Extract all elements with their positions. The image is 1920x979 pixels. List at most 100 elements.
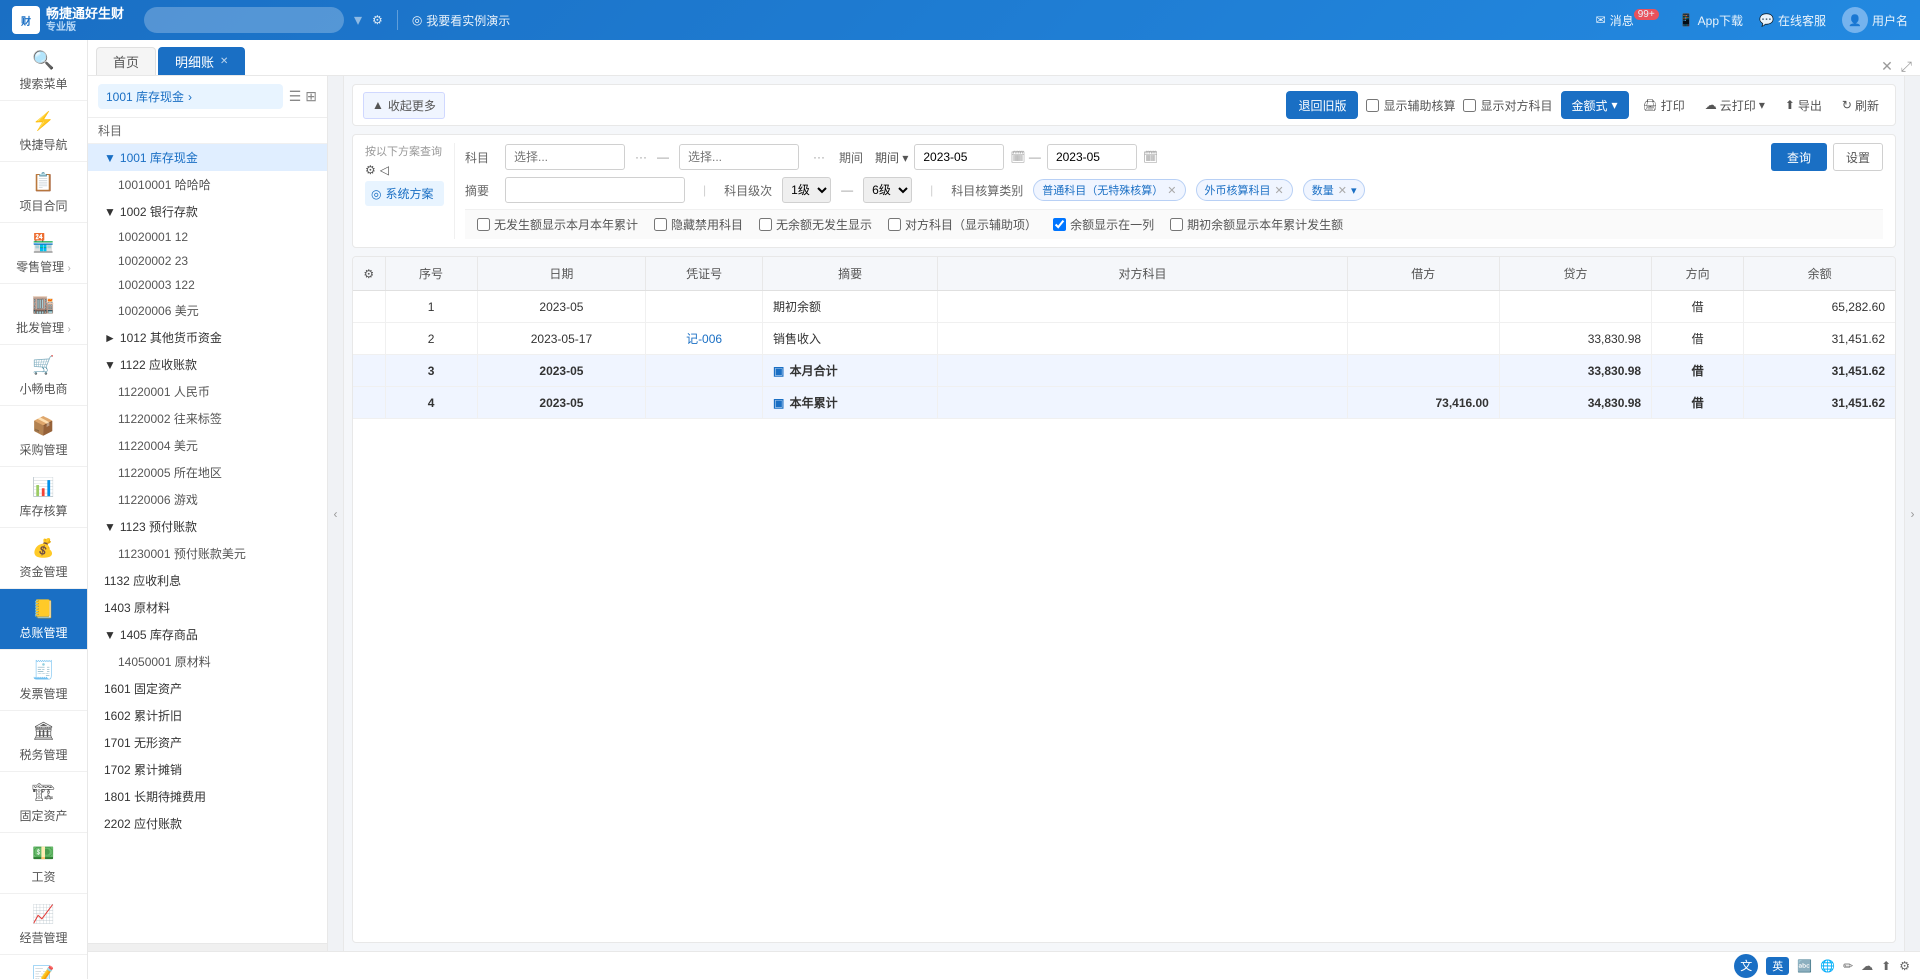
tab-ledger-close[interactable]: ✕ [220,56,228,67]
tree-node-11220004[interactable]: 11220004 美元 [88,432,327,459]
subject-to-input[interactable] [679,144,799,170]
font-icon[interactable]: 🔤 [1797,959,1812,973]
sidebar-item-project[interactable]: 📋 项目合同 [0,162,87,223]
translate-btn[interactable]: 文 [1734,954,1758,978]
right-expand-panel[interactable]: › [1904,76,1920,951]
summary-input[interactable] [505,177,685,203]
sidebar-item-wholesale[interactable]: 🏬 批发管理 › [0,284,87,345]
filter-tag-foreign[interactable]: 外币核算科目 ✕ [1196,179,1293,201]
window-close-icon[interactable]: ✕ [1881,58,1893,75]
period-type-select[interactable]: 期间 ▾ [875,149,908,166]
refresh-btn[interactable]: ↻ 刷新 [1836,95,1885,116]
export-btn[interactable]: ⬆ 导出 [1779,95,1828,116]
tree-node-1132[interactable]: 1132 应收利息 [88,567,327,594]
print-btn[interactable]: 🖨 打印 [1637,95,1691,116]
tree-node-11220005[interactable]: 11220005 所在地区 [88,459,327,486]
tab-home[interactable]: 首页 [96,47,156,75]
search-bar[interactable] [144,7,344,33]
sidebar-item-invoice[interactable]: 🧾 发票管理 [0,650,87,711]
tree-node-1012[interactable]: ► 1012 其他货币资金 [88,324,327,351]
td-voucher[interactable]: 记-006 [646,323,763,355]
query-btn[interactable]: 查询 [1771,143,1827,171]
sidebar-item-capital[interactable]: 💰 资金管理 [0,528,87,589]
tree-node-10020001[interactable]: 10020001 12 [88,225,327,249]
tree-node-1405[interactable]: ▼ 1405 库存商品 [88,621,327,648]
tag-close-icon[interactable]: ✕ [1338,184,1347,197]
tree-node-10010001[interactable]: 10010001 哈哈哈 [88,171,327,198]
sidebar-item-shortcut[interactable]: ⚡ 快捷导航 [0,101,87,162]
sidebar-item-tax[interactable]: 🏛 税务管理 [0,711,87,772]
tree-scroll[interactable]: ▼ 1001 库存现金 10010001 哈哈哈 ▼ 1002 银行存款 100… [88,144,327,943]
sidebar-item-operation[interactable]: 📈 经营管理 [0,894,87,955]
tab-ledger[interactable]: 明细账 ✕ [158,47,245,75]
pencil-icon[interactable]: ✏ [1843,959,1853,973]
back-old-btn[interactable]: 退回旧版 [1286,91,1358,119]
online-service-btn[interactable]: 💬 在线客服 [1759,12,1826,29]
no-occurrence-checkbox[interactable]: 无发生额显示本月本年累计 [477,216,638,233]
schema-system-btn[interactable]: ◎ 系统方案 [365,181,444,206]
sidebar-item-search[interactable]: 🔍 搜索菜单 [0,40,87,101]
list-view-icon[interactable]: ☰ [289,88,302,105]
th-settings[interactable]: ⚙ [353,257,385,291]
tree-node-1403[interactable]: 1403 原材料 [88,594,327,621]
bottom-settings-icon[interactable]: ⚙ [1899,959,1910,973]
demo-btn[interactable]: ◎ 我要看实例演示 [412,12,511,29]
upload-icon[interactable]: ⬆ [1881,959,1891,973]
period-to-input[interactable] [1047,144,1137,170]
current-account-selector[interactable]: 1001 库存现金 › [98,84,283,109]
level-to-select[interactable]: 1级2级3级4级5级6级 [863,177,912,203]
tree-node-11230001[interactable]: 11230001 预付账款美元 [88,540,327,567]
tree-node-1701[interactable]: 1701 无形资产 [88,729,327,756]
voucher-link[interactable]: 记-006 [686,332,722,346]
subject-from-input[interactable] [505,144,625,170]
window-maximize-icon[interactable]: ⤢ [1901,58,1912,75]
tree-node-11220001[interactable]: 11220001 人民币 [88,378,327,405]
tree-node-10020006[interactable]: 10020006 美元 [88,297,327,324]
tree-node-1122[interactable]: ▼ 1122 应收账款 [88,351,327,378]
collapse-more-btn[interactable]: ▲ 收起更多 [363,92,445,119]
year-begin-checkbox[interactable]: 期初余额显示本年累计发生额 [1170,216,1343,233]
level-from-select[interactable]: 1级2级3级4级5级6级 [782,177,831,203]
sidebar-item-assets[interactable]: 🏗 固定资产 [0,772,87,833]
balance-single-checkbox[interactable]: 余额显示在一列 [1053,216,1154,233]
sidebar-item-mall[interactable]: 🛒 小畅电商 [0,345,87,406]
tag-close-icon[interactable]: ✕ [1275,184,1284,197]
hide-disabled-checkbox[interactable]: 隐藏禁用科目 [654,216,743,233]
left-expand-panel[interactable]: ‹ [328,76,344,951]
tree-node-11220006[interactable]: 11220006 游戏 [88,486,327,513]
tree-node-1702[interactable]: 1702 累计摊销 [88,756,327,783]
opposite-show-checkbox[interactable]: 对方科目（显示辅助项） [888,216,1037,233]
tree-node-1123[interactable]: ▼ 1123 预付账款 [88,513,327,540]
sidebar-item-purchase[interactable]: 📦 采购管理 [0,406,87,467]
tree-node-1801[interactable]: 1801 长期待摊费用 [88,783,327,810]
tree-node-1601[interactable]: 1601 固定资产 [88,675,327,702]
tree-node-10020003[interactable]: 10020003 122 [88,273,327,297]
sidebar-item-report[interactable]: 📝 小畅报销 [0,955,87,979]
tag-close-icon[interactable]: ✕ [1167,184,1176,197]
user-avatar[interactable]: 👤 用户名 [1842,7,1908,33]
filter-tag-ordinary[interactable]: 普通科目（无特殊核算） ✕ [1033,179,1185,201]
period-from-input[interactable] [914,144,1004,170]
tree-node-1602[interactable]: 1602 累计折旧 [88,702,327,729]
sidebar-item-inventory[interactable]: 📊 库存核算 [0,467,87,528]
tree-node-11220002[interactable]: 11220002 往来标签 [88,405,327,432]
cloud-print-btn[interactable]: ☁ 云打印 ▾ [1699,95,1771,116]
tree-node-1002[interactable]: ▼ 1002 银行存款 [88,198,327,225]
settings-btn[interactable]: 设置 [1833,143,1883,171]
quantity-expand-icon[interactable]: ▾ [1351,184,1357,197]
settings-icon[interactable]: ⚙ [372,13,383,27]
sidebar-item-salary[interactable]: 💵 工资 [0,833,87,894]
filter-icon-btn[interactable]: ⚙ ◁ [365,163,444,177]
lang-btn[interactable]: 英 [1766,957,1789,975]
search-input[interactable] [144,7,344,33]
filter-tag-quantity[interactable]: 数量 ✕ ▾ [1303,179,1366,201]
period-calendar-icon[interactable]: 🗓 [1143,150,1158,164]
show-opposite-checkbox[interactable]: 显示对方科目 [1463,97,1552,114]
tree-node-1001[interactable]: ▼ 1001 库存现金 [88,144,327,171]
globe-icon[interactable]: 🌐 [1820,959,1835,973]
message-btn[interactable]: ✉ 消息 99+ [1596,12,1663,29]
sidebar-item-retail[interactable]: 🏪 零售管理 › [0,223,87,284]
amount-format-dropdown[interactable]: 金额式 ▾ [1561,91,1629,119]
sidebar-item-accounting[interactable]: 📒 总账管理 [0,589,87,650]
chevron-down-icon[interactable]: ▾ [354,10,362,30]
